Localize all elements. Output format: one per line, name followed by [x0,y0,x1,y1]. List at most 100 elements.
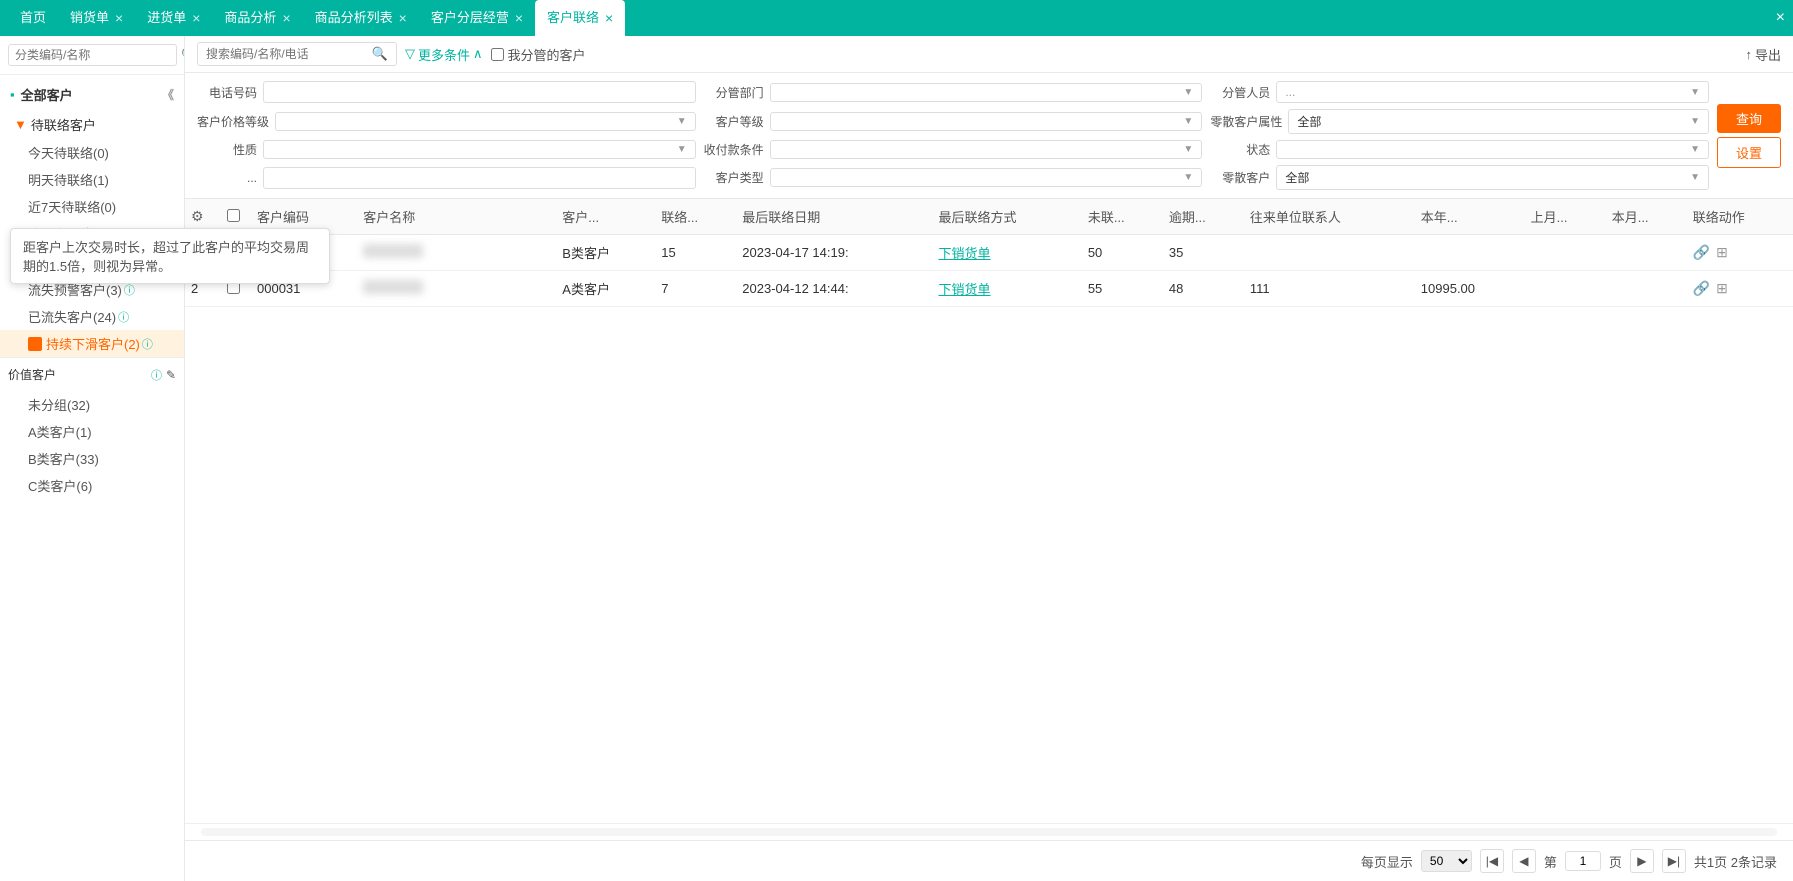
export-btn[interactable]: ↑ 导出 [1745,45,1781,64]
nav-home[interactable]: 首页 [8,0,58,36]
more-conditions-btn[interactable]: ▽ 更多条件 ∧ [405,45,483,64]
th-overdue[interactable]: 逾期... [1163,199,1244,235]
close-all-btn[interactable]: × [1776,9,1785,27]
action-grid-1[interactable]: ⊞ [1716,244,1728,261]
manager-select[interactable]: ... ▼ [1276,81,1709,103]
sidebar-item-tomorrow[interactable]: 明天待联络(1) [0,166,184,193]
main-layout: 🔍 ▪ 全部客户 《 ▼ 待联络客户 今天待联络(0) 明天待联络(1) 近7天… [0,36,1793,881]
horizontal-scrollbar[interactable] [185,823,1793,840]
last-way-link-1[interactable]: 下销货单 [939,246,991,261]
td-last-way-1: 下销货单 [933,235,1082,271]
pagination: 每页显示 50 100 |◀ ◀ 第 页 ▶ ▶| 共1页 2条记录 [185,840,1793,881]
first-page-btn[interactable]: |◀ [1480,849,1504,873]
sidebar-search-input[interactable] [8,44,177,66]
th-name[interactable]: 客户名称 [357,199,556,235]
misc-input[interactable] [263,167,696,189]
th-type[interactable]: 客户... [556,199,655,235]
per-page-select[interactable]: 50 100 [1421,850,1472,872]
my-customer-check[interactable] [491,48,504,61]
td-name-1 [357,235,556,271]
price-grade-label: 客户价格等级 [197,113,269,130]
settings-button[interactable]: 设置 [1717,137,1781,168]
td-last-date-1: 2023-04-17 14:19: [736,235,932,271]
sidebar-item-today[interactable]: 今天待联络(0) [0,139,184,166]
nav-customer-contact[interactable]: 客户联络 × [535,0,625,36]
phone-input[interactable] [263,81,696,103]
filter-customer-type: 客户类型 ▼ [704,168,1203,187]
prev-page-btn[interactable]: ◀ [1512,849,1536,873]
close-sales-tab[interactable]: × [115,0,123,36]
customer-grade-select[interactable]: ▼ [770,112,1203,131]
next-page-btn[interactable]: ▶ [1630,849,1654,873]
td-contacts-1 [1244,235,1415,271]
sidebar-item-classB[interactable]: B类客户(33) [0,445,184,472]
price-grade-select[interactable]: ▼ [275,112,696,131]
sidebar-item-classA[interactable]: A类客户(1) [0,418,184,445]
th-this-year[interactable]: 本年... [1415,199,1525,235]
status-select[interactable]: ▼ [1276,140,1709,159]
page-input[interactable] [1565,851,1601,871]
nav-customer-segment[interactable]: 客户分层经营 × [419,0,535,36]
nav-sales[interactable]: 销货单 × [58,0,135,36]
tree-root[interactable]: ▪ 全部客户 《 [0,79,184,110]
payment-select[interactable]: ▼ [770,140,1203,159]
nav-purchase[interactable]: 进货单 × [135,0,212,36]
filter-misc: ... [197,167,696,189]
query-button[interactable]: 查询 [1717,104,1781,133]
sidebar-item-ungrouped[interactable]: 未分组(32) [0,391,184,418]
select-all-checkbox[interactable] [227,209,240,222]
table-header-row: ⚙ 客户编码 客户名称 客户... [185,199,1793,235]
customer-type-label: 客户类型 [704,169,764,186]
ctype-arr: ▼ [1183,172,1193,183]
table-wrap: ⚙ 客户编码 客户名称 客户... [185,199,1793,823]
collapse-btn[interactable]: 《 [162,86,174,103]
filter-row-4: ... 客户类型 ▼ 零散客户 [197,165,1709,190]
action-grid-2[interactable]: ⊞ [1716,280,1728,297]
retail-attr-select[interactable]: 全部 ▼ [1288,109,1709,134]
last-page-btn[interactable]: ▶| [1662,849,1686,873]
manager-arr: ▼ [1690,87,1700,98]
my-customer-checkbox[interactable]: 我分管的客户 [491,45,586,64]
edit-icon[interactable]: ✎ [166,368,176,382]
nature-select[interactable]: ▼ [263,140,696,159]
dept-select[interactable]: ▼ [770,83,1203,102]
info-icon-3: ⓘ [118,309,129,325]
search-icon-main[interactable]: 🔍 [372,46,388,62]
top-nav: 首页 销货单 × 进货单 × 商品分析 × 商品分析列表 × 客户分层经营 × … [0,0,1793,36]
sidebar-item-churned[interactable]: 已流失客户(24) ⓘ [0,303,184,330]
th-this-month[interactable]: 本月... [1606,199,1687,235]
td-action-2: 🔗 ⊞ [1687,271,1793,307]
sidebar-item-classC[interactable]: C类客户(6) [0,472,184,499]
retail-customer-select[interactable]: 全部 ▼ [1276,165,1709,190]
sidebar-item-7days[interactable]: 近7天待联络(0) [0,193,184,220]
td-action-1: 🔗 ⊞ [1687,235,1793,271]
gear-icon[interactable]: ⚙ [191,208,204,224]
main-search-input[interactable] [206,47,368,61]
close-purchase-tab[interactable]: × [192,0,200,36]
filter-bar: 🔍 ▽ 更多条件 ∧ 我分管的客户 ↑ 导出 [185,36,1793,73]
th-last-month[interactable]: 上月... [1525,199,1606,235]
th-uncontact[interactable]: 未联... [1082,199,1163,235]
search-wrap: 🔍 [197,42,397,66]
tree-group-waiting[interactable]: ▼ 待联络客户 [0,110,184,139]
customer-type-select[interactable]: ▼ [770,168,1203,187]
action-link-1[interactable]: 🔗 [1693,244,1710,261]
nav-product-list[interactable]: 商品分析列表 × [303,0,419,36]
nav-product-analysis[interactable]: 商品分析 × [212,0,302,36]
close-customer-segment-tab[interactable]: × [515,0,523,36]
close-product-analysis-tab[interactable]: × [282,0,290,36]
th-contact[interactable]: 联络... [655,199,736,235]
content-area: 🔍 ▽ 更多条件 ∧ 我分管的客户 ↑ 导出 [185,36,1793,881]
filter-customer-grade: 客户等级 ▼ [704,112,1203,131]
action-link-2[interactable]: 🔗 [1693,280,1710,297]
th-last-way[interactable]: 最后联络方式 [933,199,1082,235]
close-customer-contact-tab[interactable]: × [605,0,613,36]
td-last-month-1 [1525,235,1606,271]
last-way-link-2[interactable]: 下销货单 [939,282,991,297]
close-product-list-tab[interactable]: × [399,0,407,36]
th-contacts[interactable]: 往来单位联系人 [1244,199,1415,235]
th-last-date[interactable]: 最后联络日期 [736,199,932,235]
data-table: ⚙ 客户编码 客户名称 客户... [185,199,1793,307]
filter-retail-attr: 零散客户属性 全部 ▼ [1210,109,1709,134]
sidebar-item-declining[interactable]: 持续下滑客户(2) ⓘ [0,330,184,357]
